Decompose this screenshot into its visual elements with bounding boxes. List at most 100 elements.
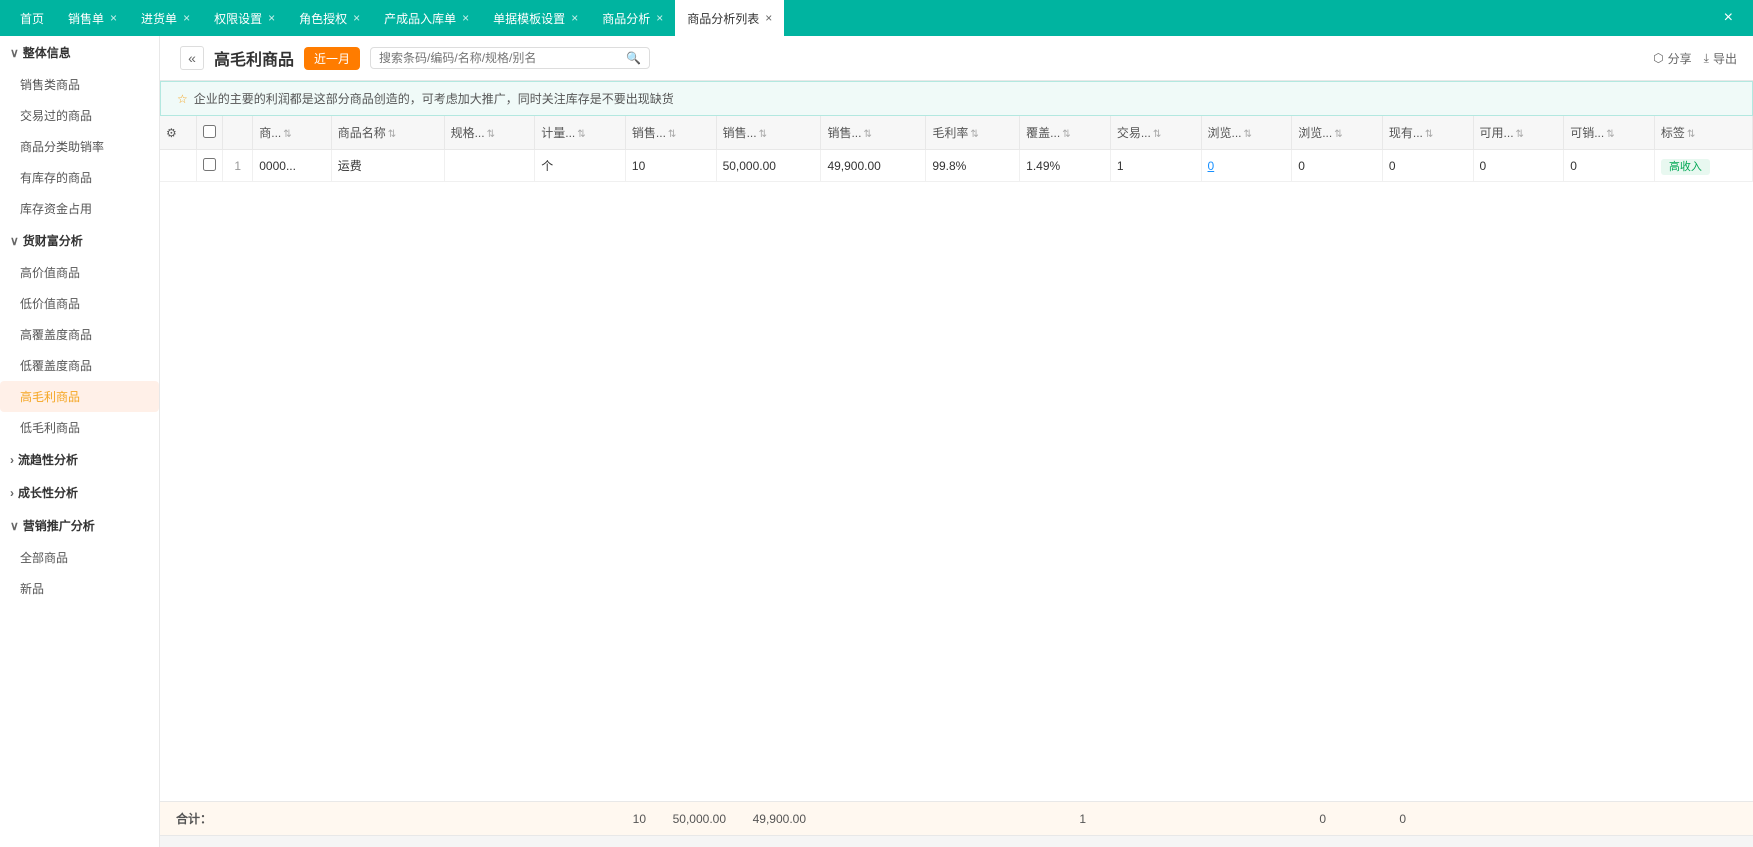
share-button[interactable]: ⬡ 分享 [1653, 50, 1692, 67]
col-coverage[interactable]: 覆盖...⇅ [1020, 116, 1111, 150]
total-spacer3 [1092, 812, 1172, 826]
col-sales-qty[interactable]: 销售...⇅ [625, 116, 716, 150]
sidebar-group-marketing[interactable]: ∨ 营销推广分析 [0, 509, 159, 542]
select-all-checkbox[interactable] [203, 125, 216, 138]
sort-icon-stock-qty: ⇅ [1425, 129, 1433, 140]
total-sales-qty: 10 [572, 812, 652, 826]
col-sales-cost[interactable]: 销售...⇅ [821, 116, 926, 150]
row-sales-qty: 10 [625, 150, 716, 182]
sidebar-item-all-goods[interactable]: 全部商品 [0, 542, 159, 573]
row-checkbox[interactable] [203, 158, 216, 171]
total-spacer2 [812, 812, 1012, 826]
col-num [223, 116, 253, 150]
nav-product-analysis-list-close[interactable]: × [765, 11, 772, 25]
row-sales-cost: 49,900.00 [821, 150, 926, 182]
content-header: « 高毛利商品 近一月 🔍 ⬡ 分享 ⤓ 导出 [160, 36, 1753, 81]
col-transaction[interactable]: 交易...⇅ [1110, 116, 1201, 150]
nav-role-auth[interactable]: 角色授权 × [287, 0, 372, 36]
table-wrapper[interactable]: ⚙ 商...⇅ 商品名称⇅ 规格...⇅ 计量...⇅ 销售...⇅ 销售...… [160, 116, 1753, 801]
total-spacer4 [1172, 812, 1252, 826]
sidebar-item-low-margin[interactable]: 低毛利商品 [0, 412, 159, 443]
row-name[interactable]: 运费 [331, 150, 444, 182]
sidebar-item-low-coverage[interactable]: 低覆盖度商品 [0, 350, 159, 381]
sidebar-item-traded-goods[interactable]: 交易过的商品 [0, 100, 159, 131]
col-gross-rate[interactable]: 毛利率⇅ [926, 116, 1020, 150]
search-input[interactable] [379, 51, 626, 65]
sidebar-item-high-value[interactable]: 高价值商品 [0, 257, 159, 288]
sidebar-item-high-margin[interactable]: 高毛利商品 [0, 381, 159, 412]
sidebar-group-trend[interactable]: › 流趋性分析 [0, 443, 159, 476]
row-spec [444, 150, 535, 182]
col-available[interactable]: 可用...⇅ [1473, 116, 1564, 150]
filter-period-button[interactable]: 近一月 [304, 47, 360, 70]
total-label: 合计： [176, 810, 212, 827]
sidebar-collapse-button[interactable]: « [180, 46, 204, 70]
nav-sales-order[interactable]: 销售单 × [56, 0, 129, 36]
col-settings[interactable]: ⚙ [160, 116, 197, 150]
sort-icon-tag: ⇅ [1687, 129, 1695, 140]
col-checkbox[interactable] [197, 116, 223, 150]
browse1-link[interactable]: 0 [1208, 159, 1215, 173]
window-close-button[interactable]: × [1712, 9, 1745, 27]
row-code[interactable]: 0000... [253, 150, 332, 182]
arrow-icon-overall: ∨ [10, 46, 19, 60]
row-checkbox-cell[interactable] [197, 150, 223, 182]
nav-purchase-order[interactable]: 进货单 × [129, 0, 202, 36]
nav-product-inbound-close[interactable]: × [462, 11, 469, 25]
search-box[interactable]: 🔍 [370, 47, 650, 69]
sidebar-item-category-sales-rate[interactable]: 商品分类助销率 [0, 131, 159, 162]
sidebar-item-stock-capital[interactable]: 库存资金占用 [0, 193, 159, 224]
nav-template-settings[interactable]: 单据模板设置 × [481, 0, 590, 36]
sidebar-group-overall[interactable]: ∨ 整体信息 [0, 36, 159, 69]
sort-icon-available: ⇅ [1516, 129, 1524, 140]
row-transaction: 1 [1110, 150, 1201, 182]
total-values: 10 50,000.00 49,900.00 1 0 0 [232, 812, 1412, 826]
nav-sales-order-close[interactable]: × [110, 11, 117, 25]
sidebar-item-in-stock-goods[interactable]: 有库存的商品 [0, 162, 159, 193]
sort-icon-gross-rate: ⇅ [970, 129, 978, 140]
header-actions: ⬡ 分享 ⤓ 导出 [1653, 50, 1737, 67]
col-browse2[interactable]: 浏览...⇅ [1292, 116, 1383, 150]
nav-role-auth-close[interactable]: × [353, 11, 360, 25]
col-spec[interactable]: 规格...⇅ [444, 116, 535, 150]
nav-home[interactable]: 首页 [8, 0, 56, 36]
export-icon: ⤓ [1704, 51, 1709, 66]
sidebar-group-wealth[interactable]: ∨ 货财富分析 [0, 224, 159, 257]
col-stock-qty[interactable]: 现有...⇅ [1382, 116, 1473, 150]
search-icon[interactable]: 🔍 [626, 51, 641, 65]
nav-product-analysis[interactable]: 商品分析 × [590, 0, 675, 36]
row-settings [160, 150, 197, 182]
sort-icon-sales-amount: ⇅ [759, 129, 767, 140]
nav-product-analysis-list[interactable]: 商品分析列表 × [675, 0, 784, 36]
sidebar-item-high-coverage[interactable]: 高覆盖度商品 [0, 319, 159, 350]
total-sales-cost: 49,900.00 [732, 812, 812, 826]
row-num: 1 [223, 150, 253, 182]
col-name[interactable]: 商品名称⇅ [331, 116, 444, 150]
col-browse1[interactable]: 浏览...⇅ [1201, 116, 1292, 150]
nav-permission-settings[interactable]: 权限设置 × [202, 0, 287, 36]
nav-permission-settings-close[interactable]: × [268, 11, 275, 25]
horizontal-scrollbar[interactable] [160, 835, 1753, 847]
sidebar-group-growth[interactable]: › 成长性分析 [0, 476, 159, 509]
sidebar-item-sales-goods[interactable]: 销售类商品 [0, 69, 159, 100]
row-coverage: 1.49% [1020, 150, 1111, 182]
col-saleable[interactable]: 可销...⇅ [1564, 116, 1655, 150]
sort-icon-browse2: ⇅ [1334, 129, 1342, 140]
row-browse1[interactable]: 0 [1201, 150, 1292, 182]
nav-product-analysis-close[interactable]: × [656, 11, 663, 25]
total-sales-amount: 50,000.00 [652, 812, 732, 826]
nav-product-inbound[interactable]: 产成品入库单 × [372, 0, 481, 36]
nav-purchase-order-close[interactable]: × [183, 11, 190, 25]
sidebar-item-low-value[interactable]: 低价值商品 [0, 288, 159, 319]
col-unit[interactable]: 计量...⇅ [535, 116, 626, 150]
col-tag[interactable]: 标签⇅ [1654, 116, 1752, 150]
sidebar-item-new-goods[interactable]: 新品 [0, 573, 159, 604]
total-available: 0 [1252, 812, 1332, 826]
row-stock-qty: 0 [1382, 150, 1473, 182]
col-sales-amount[interactable]: 销售...⇅ [716, 116, 821, 150]
sidebar: ∨ 整体信息 销售类商品 交易过的商品 商品分类助销率 有库存的商品 库存资金占… [0, 36, 160, 847]
export-button[interactable]: ⤓ 导出 [1704, 50, 1737, 67]
arrow-icon-growth: › [10, 486, 14, 500]
col-code[interactable]: 商...⇅ [253, 116, 332, 150]
nav-template-settings-close[interactable]: × [571, 11, 578, 25]
